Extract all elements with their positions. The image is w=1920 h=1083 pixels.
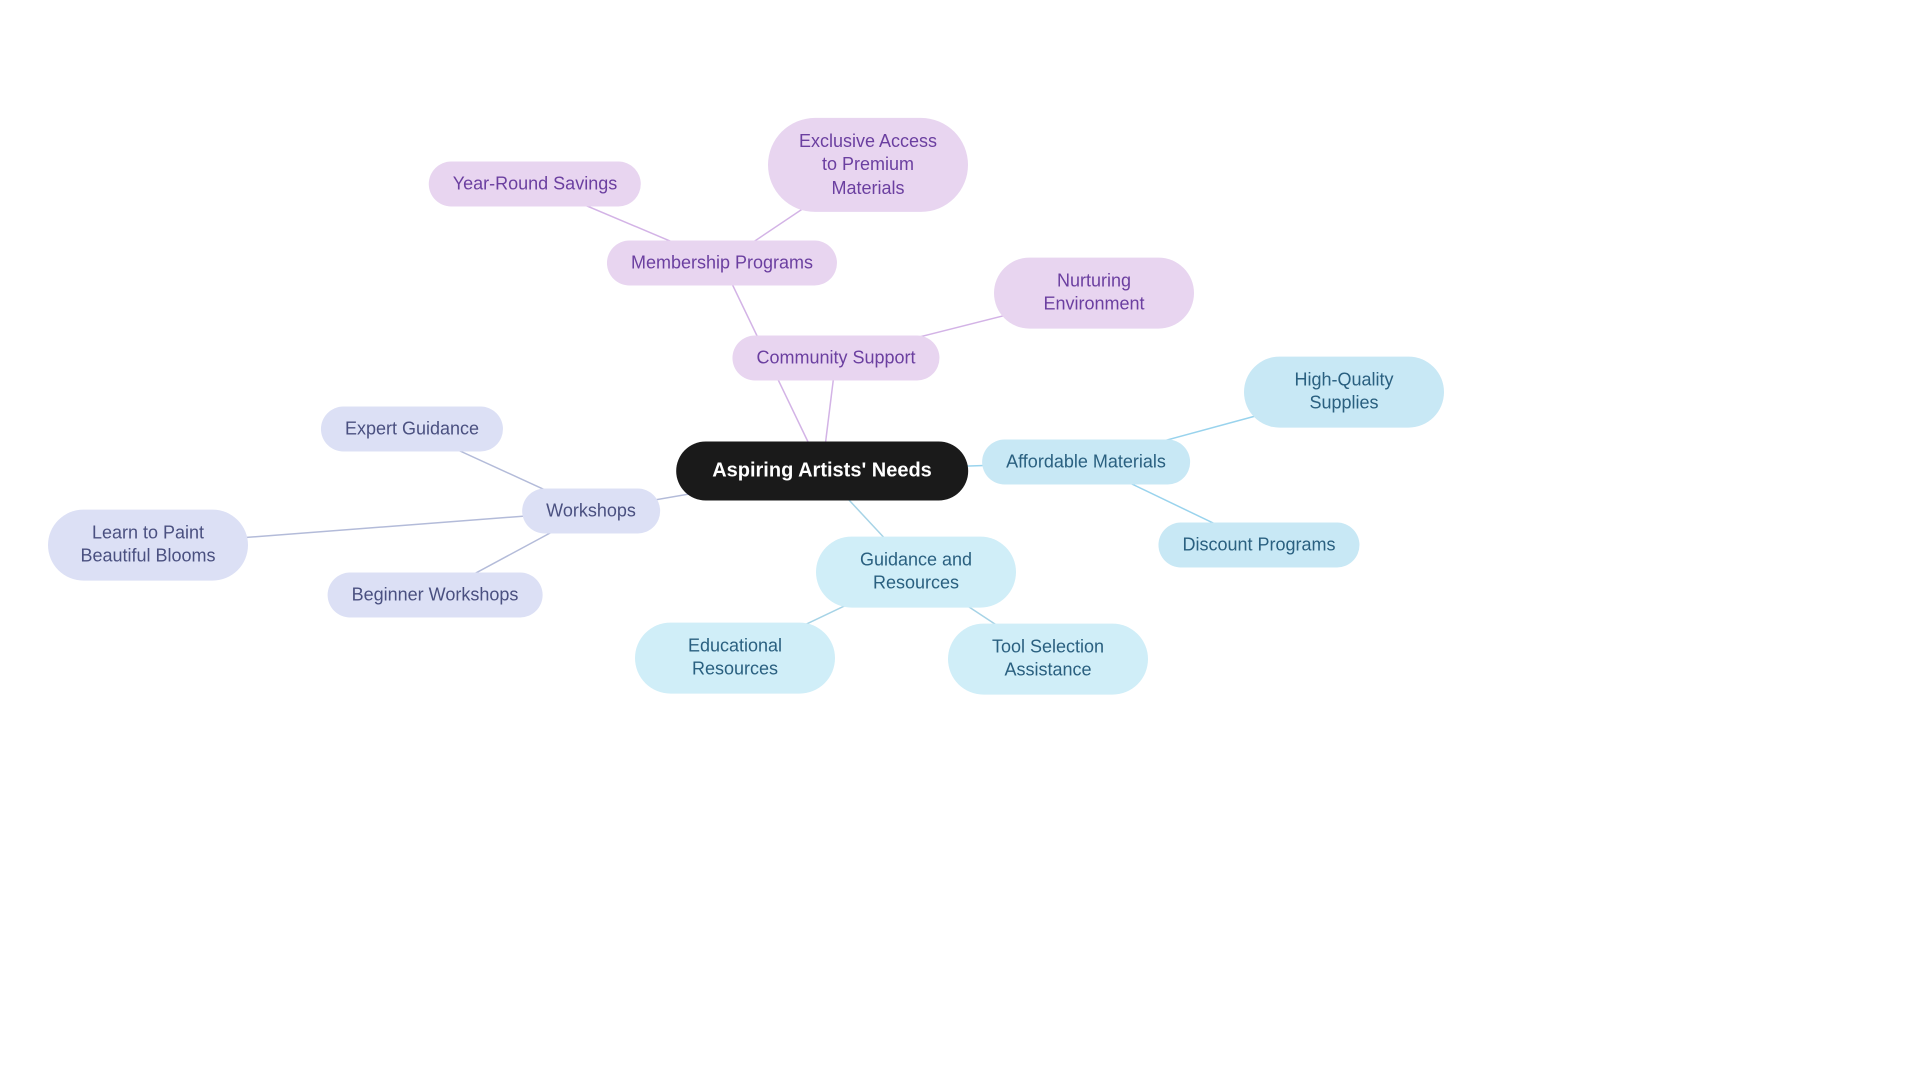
- node-nurturing: Nurturing Environment: [994, 258, 1194, 329]
- node-exclusive: Exclusive Access to Premium Materials: [768, 118, 968, 212]
- node-beginner: Beginner Workshops: [328, 573, 543, 618]
- node-expert: Expert Guidance: [321, 407, 503, 452]
- center-node: Aspiring Artists' Needs: [676, 442, 968, 501]
- node-learn: Learn to Paint Beautiful Blooms: [48, 510, 248, 581]
- node-highquality: High-Quality Supplies: [1244, 357, 1444, 428]
- node-year-round: Year-Round Savings: [429, 162, 641, 207]
- node-discount: Discount Programs: [1158, 523, 1359, 568]
- node-workshops: Workshops: [522, 489, 660, 534]
- node-educational: Educational Resources: [635, 623, 835, 694]
- node-affordable: Affordable Materials: [982, 440, 1190, 485]
- node-community: Community Support: [732, 336, 939, 381]
- node-tool: Tool Selection Assistance: [948, 624, 1148, 695]
- node-guidance: Guidance and Resources: [816, 537, 1016, 608]
- node-membership: Membership Programs: [607, 241, 837, 286]
- mindmap-container: Aspiring Artists' Needs Membership Progra…: [0, 0, 1920, 1083]
